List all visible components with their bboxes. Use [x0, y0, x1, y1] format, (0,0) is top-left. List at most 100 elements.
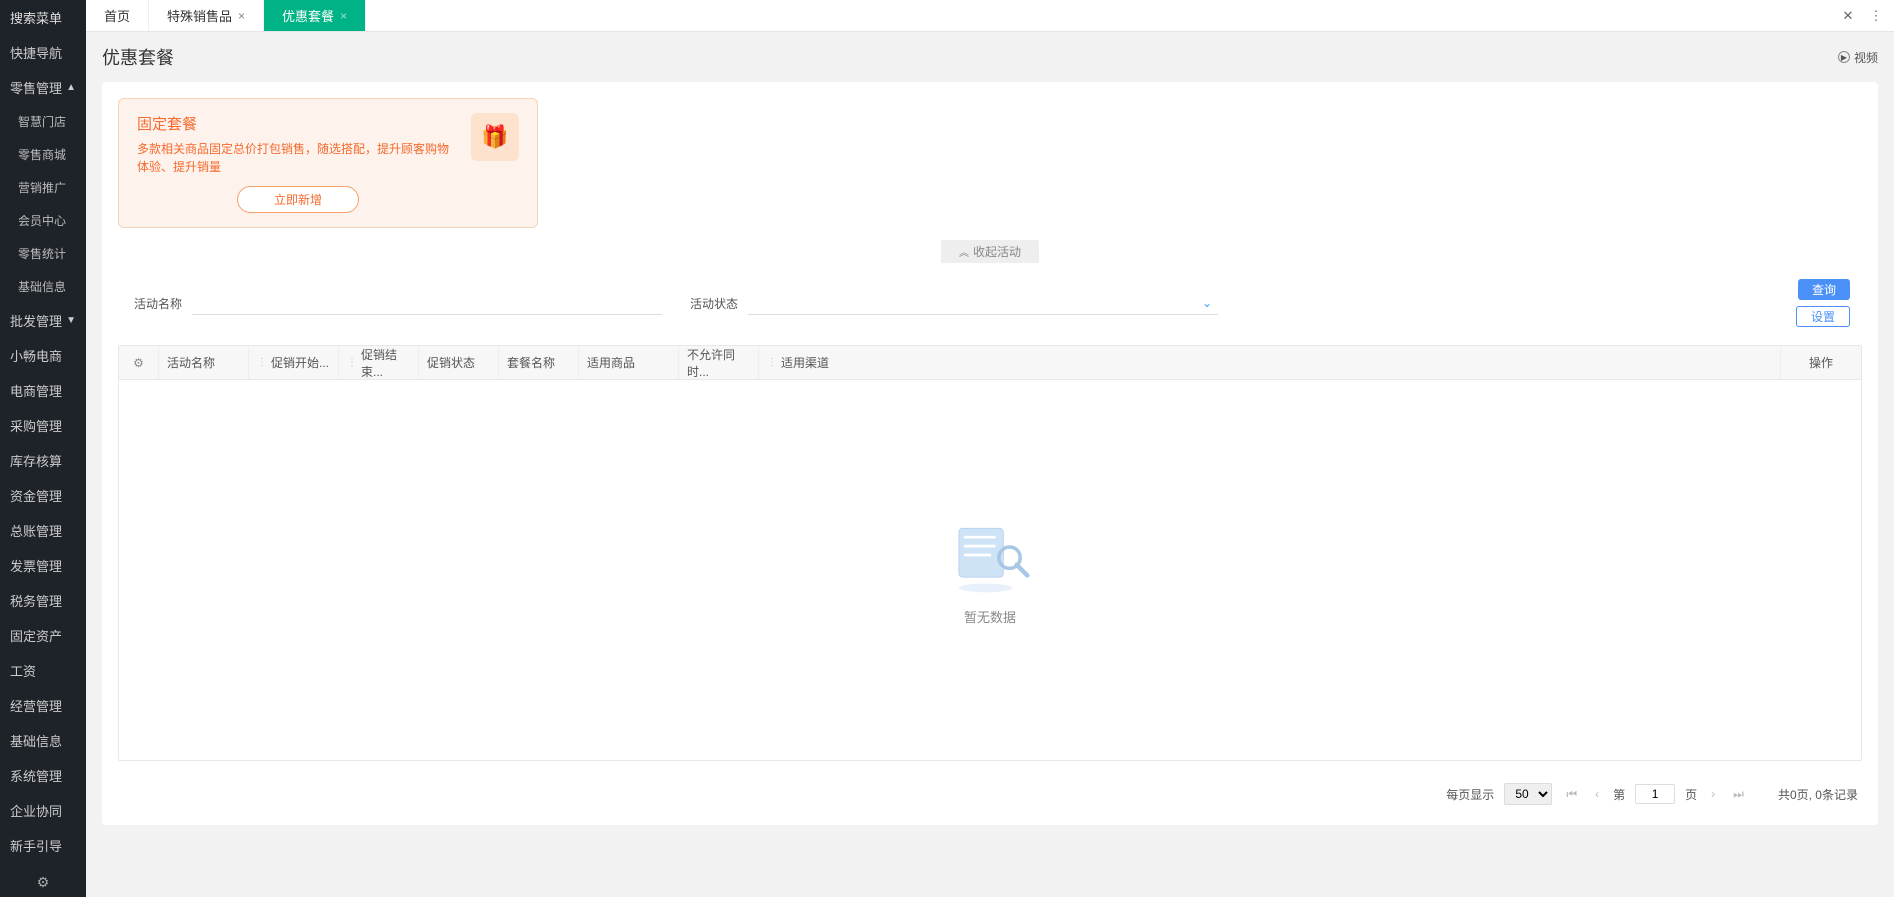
col-label: 套餐名称	[507, 354, 555, 371]
prev-page-button[interactable]: ‹	[1591, 787, 1603, 801]
tabbar: 首页 特殊销售品 × 优惠套餐 × ✕ ⋮	[86, 0, 1894, 32]
gift-icon: 🎁	[481, 124, 508, 150]
collapse-activity-button[interactable]: ︽ 收起活动	[941, 240, 1039, 263]
gear-icon[interactable]: ⚙	[37, 874, 50, 890]
play-icon: ▶	[1838, 51, 1850, 63]
page-word: 第	[1613, 786, 1625, 803]
activity-name-input[interactable]	[192, 292, 662, 315]
video-label: 视频	[1854, 49, 1878, 66]
tab-package[interactable]: 优惠套餐 ×	[264, 0, 366, 31]
sidebar-sub-retailmall[interactable]: 零售商城	[0, 138, 86, 171]
close-icon[interactable]: ×	[238, 9, 245, 23]
sidebar-item-label: 税务管理	[10, 591, 62, 610]
sidebar-item-newbie[interactable]: 新手引导	[0, 828, 86, 863]
chevron-down-icon: ⌄	[1202, 296, 1212, 310]
sidebar-item-fixedasset[interactable]: 固定资产	[0, 618, 86, 653]
sidebar-sub-member[interactable]: 会员中心	[0, 204, 86, 237]
filter-row: 活动名称 活动状态 ⌄ 查询 设置	[102, 263, 1878, 331]
sidebar-sub-basicinfo[interactable]: 基础信息	[0, 270, 86, 303]
sidebar-item-basicinfo2[interactable]: 基础信息	[0, 723, 86, 758]
page-header: 优惠套餐 ▶ 视频	[86, 32, 1894, 82]
table-head: ⚙ 活动名称 ⋮促销开始... ⋮促销结束... 促销状态 套餐名称 适用商品 …	[119, 346, 1861, 380]
sidebar-item-xiaochang[interactable]: 小畅电商	[0, 338, 86, 373]
sidebar: 搜索菜单 快捷导航 零售管理 ▲ 智慧门店 零售商城 营销推广 会员中心 零售统…	[0, 0, 86, 897]
close-all-icon[interactable]: ✕	[1838, 6, 1858, 26]
sidebar-item-tax[interactable]: 税务管理	[0, 583, 86, 618]
sidebar-item-label: 资金管理	[10, 486, 62, 505]
sidebar-item-invoice[interactable]: 发票管理	[0, 548, 86, 583]
sidebar-item-wholesale[interactable]: 批发管理 ▼	[0, 303, 86, 338]
query-button[interactable]: 查询	[1798, 279, 1850, 300]
col-start[interactable]: ⋮ 促销开始...	[249, 346, 339, 379]
sidebar-item-ecommerce[interactable]: 电商管理	[0, 373, 86, 408]
video-help-link[interactable]: ▶ 视频	[1838, 49, 1878, 66]
col-status[interactable]: 促销状态	[419, 346, 499, 379]
sidebar-item-ledger[interactable]: 总账管理	[0, 513, 86, 548]
panel: 固定套餐 多款相关商品固定总价打包销售，随选搭配，提升顾客购物体验、提升销量 立…	[102, 82, 1878, 825]
close-icon[interactable]: ×	[340, 9, 347, 23]
sidebar-item-system[interactable]: 系统管理	[0, 758, 86, 793]
sidebar-item-purchase[interactable]: 采购管理	[0, 408, 86, 443]
col-package[interactable]: 套餐名称	[499, 346, 579, 379]
sidebar-item-enterprise[interactable]: 企业协同	[0, 793, 86, 828]
drag-icon: ⋮	[257, 357, 267, 368]
more-icon[interactable]: ⋮	[1866, 6, 1886, 26]
last-page-button[interactable]: ⏭	[1729, 787, 1748, 802]
tab-label: 特殊销售品	[167, 6, 232, 25]
sidebar-item-quicknav[interactable]: 快捷导航	[0, 35, 86, 70]
sidebar-item-label: 电商管理	[10, 381, 62, 400]
sidebar-sub-smartstore[interactable]: 智慧门店	[0, 105, 86, 138]
filter-activity-status: 活动状态 ⌄	[686, 292, 1218, 315]
activity-status-select[interactable]: ⌄	[748, 292, 1218, 315]
promo-new-button[interactable]: 立即新增	[237, 186, 359, 213]
per-page-select[interactable]: 50	[1504, 783, 1552, 805]
filter-actions: 查询 设置	[1796, 279, 1850, 327]
page-number-input[interactable]	[1635, 784, 1675, 804]
next-page-button[interactable]: ›	[1707, 787, 1719, 801]
sidebar-item-label: 智慧门店	[18, 113, 66, 130]
filter-activity-name: 活动名称	[130, 292, 662, 315]
tabbar-right: ✕ ⋮	[1838, 0, 1894, 31]
col-activity-name[interactable]: 活动名称	[159, 346, 249, 379]
page-unit: 页	[1685, 786, 1697, 803]
sidebar-item-label: 采购管理	[10, 416, 62, 435]
config-button[interactable]: 设置	[1796, 306, 1850, 327]
sidebar-item-salary[interactable]: 工资	[0, 653, 86, 688]
col-label: 活动名称	[167, 354, 215, 371]
sidebar-item-label: 快捷导航	[10, 43, 62, 62]
content: 固定套餐 多款相关商品固定总价打包销售，随选搭配，提升顾客购物体验、提升销量 立…	[86, 82, 1894, 897]
promo-desc: 多款相关商品固定总价打包销售，随选搭配，提升顾客购物体验、提升销量	[137, 140, 459, 176]
filter-label: 活动状态	[686, 295, 738, 312]
tab-specialsales[interactable]: 特殊销售品 ×	[149, 0, 264, 31]
sidebar-item-fund[interactable]: 资金管理	[0, 478, 86, 513]
empty-illustration-icon	[945, 515, 1035, 595]
tab-home[interactable]: 首页	[86, 0, 149, 31]
column-settings-button[interactable]: ⚙	[119, 346, 159, 379]
col-end[interactable]: ⋮促销结束...	[339, 346, 419, 379]
sidebar-item-label: 零售统计	[18, 245, 66, 262]
per-page-label: 每页显示	[1446, 786, 1494, 803]
sidebar-item-label: 库存核算	[10, 451, 62, 470]
sidebar-sub-retailstats[interactable]: 零售统计	[0, 237, 86, 270]
sidebar-item-inventory[interactable]: 库存核算	[0, 443, 86, 478]
sidebar-item-business[interactable]: 经营管理	[0, 688, 86, 723]
sidebar-item-label: 基础信息	[10, 731, 62, 750]
collapse-bar: ︽ 收起活动	[102, 240, 1878, 263]
first-page-button[interactable]: ⏮	[1562, 787, 1581, 802]
drag-icon: ⋮	[767, 357, 777, 368]
sidebar-item-label: 小畅电商	[10, 346, 62, 365]
sidebar-search[interactable]: 搜索菜单	[0, 0, 86, 35]
col-label: 不允许同时...	[687, 346, 750, 380]
caret-up-icon: ▲	[66, 82, 76, 93]
col-label: 促销开始...	[271, 354, 329, 371]
col-disallow[interactable]: 不允许同时...	[679, 346, 759, 379]
sidebar-item-label: 营销推广	[18, 179, 66, 196]
main: 首页 特殊销售品 × 优惠套餐 × ✕ ⋮ 优惠套餐 ▶ 视频	[86, 0, 1894, 897]
col-goods[interactable]: 适用商品	[579, 346, 679, 379]
sidebar-sub-marketing[interactable]: 营销推广	[0, 171, 86, 204]
sidebar-item-retail[interactable]: 零售管理 ▲	[0, 70, 86, 105]
double-caret-up-icon: ︽	[959, 244, 969, 259]
col-channel[interactable]: ⋮适用渠道	[759, 346, 1781, 379]
sidebar-item-label: 企业协同	[10, 801, 62, 820]
page-title: 优惠套餐	[102, 44, 1838, 70]
